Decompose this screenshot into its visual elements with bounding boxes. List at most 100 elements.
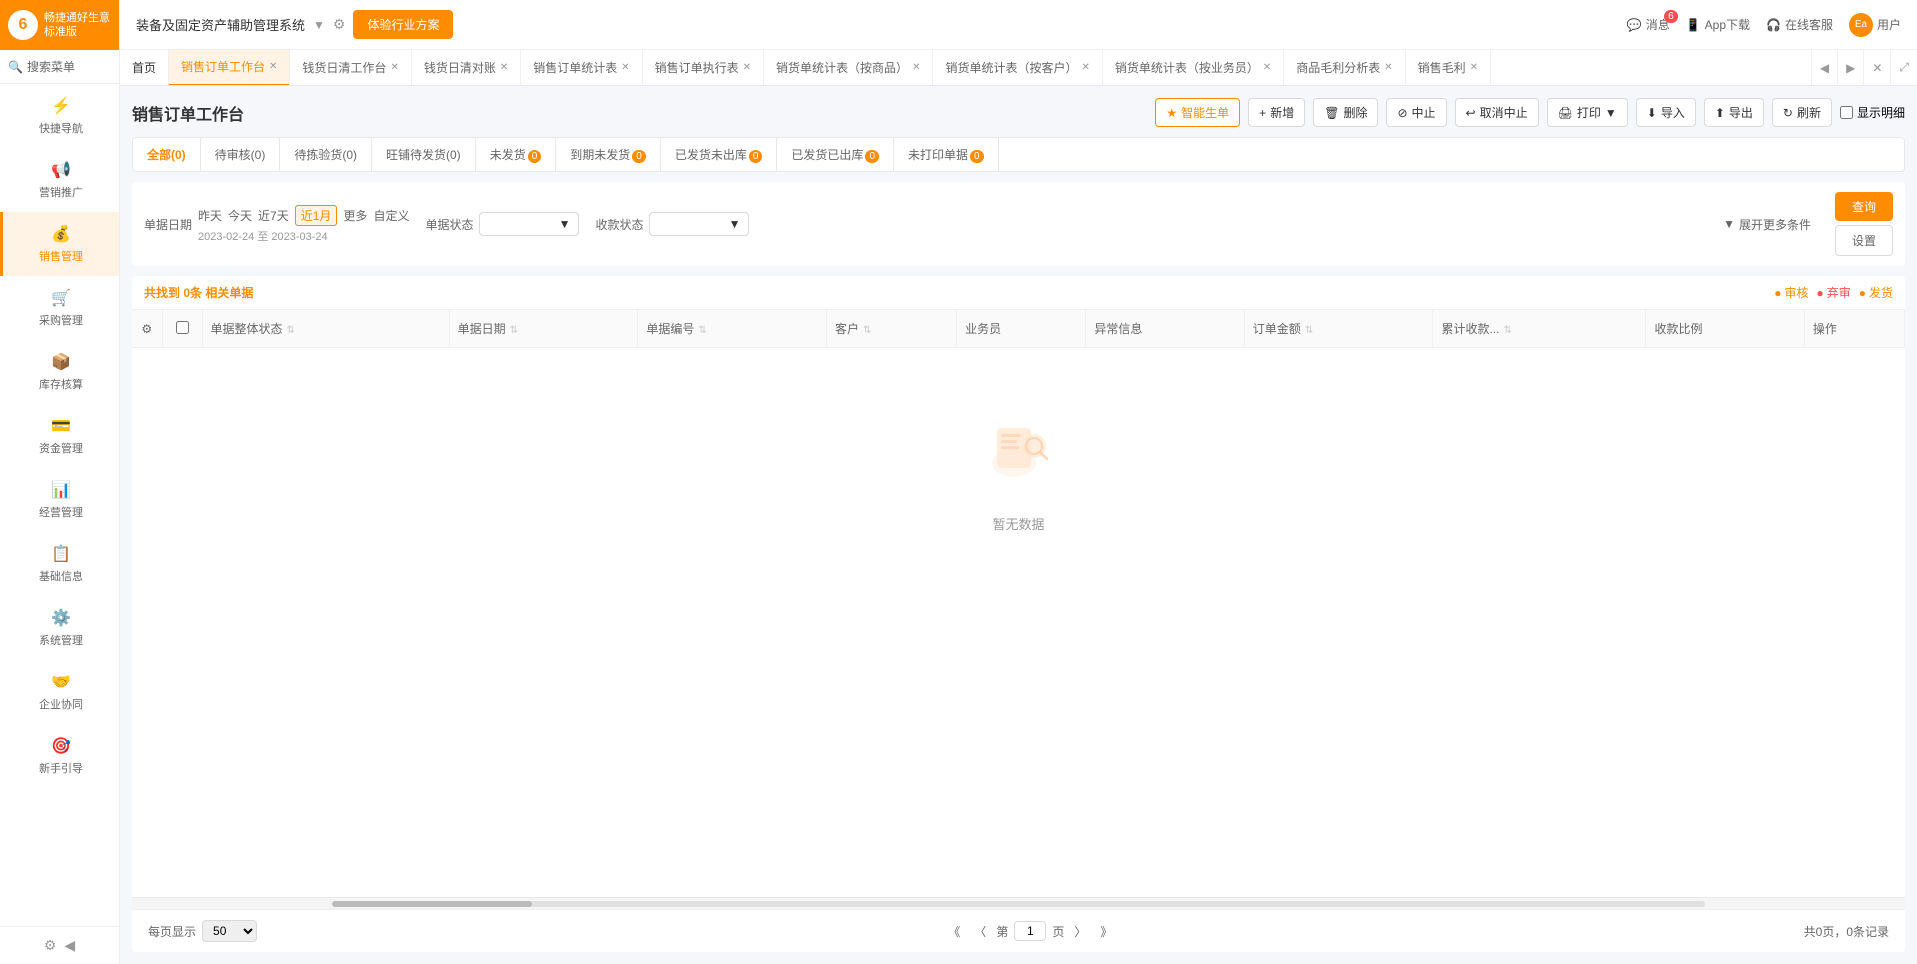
import-button[interactable]: ⬇ 导入: [1636, 98, 1696, 127]
refresh-button[interactable]: ↻ 刷新: [1772, 98, 1832, 127]
select-all-checkbox[interactable]: [176, 321, 189, 334]
tab-sales-order[interactable]: 销售订单工作台✕: [169, 50, 290, 86]
sidebar-item-inventory[interactable]: 📦库存核算: [0, 340, 119, 404]
ship-action-btn[interactable]: ● 发货: [1859, 284, 1893, 301]
settings-gear-icon[interactable]: ⚙: [44, 937, 57, 954]
date-option-自定义[interactable]: 自定义: [373, 207, 409, 224]
tab-scroll-right-btn[interactable]: ▶: [1837, 50, 1863, 86]
payment-select[interactable]: ▼: [649, 212, 749, 236]
scrollbar-thumb[interactable]: [332, 901, 532, 907]
collapse-sidebar-btn[interactable]: ◀: [64, 937, 75, 954]
query-button[interactable]: 查询: [1835, 192, 1893, 221]
date-option-今天[interactable]: 今天: [228, 207, 252, 224]
status-select[interactable]: ▼: [479, 212, 579, 236]
suspend-button[interactable]: ⊘ 中止: [1386, 98, 1446, 127]
sidebar-item-cooperation[interactable]: 🤝企业协同: [0, 660, 119, 724]
sub-tab-shipped-not-out[interactable]: 已发货未出库0: [661, 138, 778, 171]
sidebar-item-finance[interactable]: 💳资金管理: [0, 404, 119, 468]
expand-filter-btn[interactable]: ▼ 展开更多条件: [1723, 216, 1811, 233]
tab-close-sales-by-staff[interactable]: ✕: [1263, 62, 1271, 73]
collected-sort-icon[interactable]: ⇅: [1503, 325, 1511, 336]
tab-sales-exec[interactable]: 销售订单执行表✕: [643, 50, 764, 86]
sub-tab-pending-review[interactable]: 待审核(0): [201, 138, 281, 171]
customer-sort-icon[interactable]: ⇅: [863, 325, 871, 336]
tab-close-sales-by-customer[interactable]: ✕: [1081, 62, 1089, 73]
cancel-review-action-btn[interactable]: ● 弃审: [1816, 284, 1850, 301]
set-button[interactable]: 设置: [1835, 225, 1893, 256]
tab-cash-daily[interactable]: 钱货日清工作台✕: [290, 50, 411, 86]
date-sort-icon[interactable]: ⇅: [510, 325, 518, 336]
sidebar-item-sales[interactable]: 💰销售管理: [0, 212, 119, 276]
sales-icon: 💰: [51, 224, 71, 244]
page-number-input[interactable]: [1014, 921, 1046, 941]
tab-sales-stats[interactable]: 销售订单统计表✕: [521, 50, 642, 86]
date-option-近7天[interactable]: 近7天: [258, 207, 289, 224]
sub-tab-not-shipped[interactable]: 未发货0: [476, 138, 557, 171]
tab-sales-by-customer[interactable]: 销货单统计表（按客户）✕: [933, 50, 1102, 86]
print-button[interactable]: 🖨 打印 ▼: [1547, 98, 1628, 127]
tab-cash-reconcile[interactable]: 钱货日清对账✕: [412, 50, 521, 86]
sidebar-item-quick-nav[interactable]: ⚡快捷导航: [0, 84, 119, 148]
sidebar-item-purchase[interactable]: 🛒采购管理: [0, 276, 119, 340]
sidebar-item-guide[interactable]: 🎯新手引导: [0, 724, 119, 788]
tab-close-sales-order[interactable]: ✕: [269, 61, 277, 72]
last-page-btn[interactable]: 》: [1096, 921, 1116, 942]
horizontal-scrollbar[interactable]: [132, 897, 1905, 909]
tab-close-cash-reconcile[interactable]: ✕: [500, 62, 508, 73]
tab-close-cash-daily[interactable]: ✕: [390, 62, 398, 73]
smart-create-button[interactable]: ★ 智能生单: [1155, 98, 1240, 127]
show-detail-checkbox-label[interactable]: 显示明细: [1840, 104, 1905, 121]
sub-tab-pending-inspect[interactable]: 待拣验货(0): [280, 138, 372, 171]
message-item[interactable]: 💬 消息 6: [1627, 16, 1670, 33]
topbar-gear-icon[interactable]: ⚙: [333, 16, 346, 33]
status-sort-icon[interactable]: ⇅: [287, 325, 295, 336]
system-dropdown-icon[interactable]: ▼: [313, 18, 325, 32]
col-checkbox[interactable]: [162, 310, 202, 348]
tab-sales-by-staff[interactable]: 销货单统计表（按业务员）✕: [1103, 50, 1284, 86]
page-title: 销售订单工作台: [132, 101, 244, 125]
sidebar-search[interactable]: 🔍 搜索菜单: [0, 50, 119, 84]
date-option-昨天[interactable]: 昨天: [198, 207, 222, 224]
sub-tab-all[interactable]: 全部(0): [133, 138, 201, 171]
export-button[interactable]: ⬆ 导出: [1704, 98, 1764, 127]
tab-close-sales-by-product[interactable]: ✕: [912, 62, 920, 73]
solution-button[interactable]: 体验行业方案: [353, 10, 453, 39]
sub-tab-shipped-out[interactable]: 已发货已出库0: [777, 138, 894, 171]
online-support-item[interactable]: 🎧 在线客服: [1766, 16, 1833, 33]
review-action-btn[interactable]: ● 审核: [1774, 284, 1808, 301]
tab-close-gross-profit[interactable]: ✕: [1384, 62, 1392, 73]
sub-tab-wangpu-pending[interactable]: 旺铺待发货(0): [372, 138, 476, 171]
prev-page-btn[interactable]: 〈: [970, 921, 990, 942]
user-item[interactable]: Ea 用户: [1849, 13, 1901, 37]
tab-sales-by-product[interactable]: 销货单统计表（按商品）✕: [764, 50, 933, 86]
tab-sales-profit[interactable]: 销售毛利✕: [1406, 50, 1491, 86]
tab-close-sales-exec[interactable]: ✕: [743, 62, 751, 73]
topbar-right: 💬 消息 6 📱 App下载 🎧 在线客服 Ea 用户: [1627, 13, 1901, 37]
sub-tab-not-printed[interactable]: 未打印单据0: [894, 138, 999, 171]
tab-scroll-left-btn[interactable]: ◀: [1811, 50, 1837, 86]
first-page-btn[interactable]: 《: [944, 921, 964, 942]
amount-sort-icon[interactable]: ⇅: [1305, 325, 1313, 336]
sidebar-item-system[interactable]: ⚙️系统管理: [0, 596, 119, 660]
add-button[interactable]: + 新增: [1248, 98, 1305, 127]
sub-tab-expired-not-shipped[interactable]: 到期未发货0: [556, 138, 661, 171]
col-settings[interactable]: ⚙: [132, 310, 162, 348]
sidebar-item-basic-info[interactable]: 📋基础信息: [0, 532, 119, 596]
sidebar-item-operation[interactable]: 📊经营管理: [0, 468, 119, 532]
tab-gross-profit[interactable]: 商品毛利分析表✕: [1284, 50, 1405, 86]
date-option-更多[interactable]: 更多: [343, 207, 367, 224]
tab-maximize-btn[interactable]: ⤢: [1890, 50, 1917, 86]
page-size-select[interactable]: 50 100 200: [202, 920, 257, 942]
tab-close-all-btn[interactable]: ✕: [1863, 50, 1890, 86]
app-download-item[interactable]: 📱 App下载: [1686, 16, 1750, 33]
tab-close-sales-stats[interactable]: ✕: [621, 62, 629, 73]
sidebar-item-marketing[interactable]: 📢营销推广: [0, 148, 119, 212]
date-option-近1月[interactable]: 近1月: [295, 205, 338, 226]
tab-close-sales-profit[interactable]: ✕: [1470, 62, 1478, 73]
cancel-suspend-button[interactable]: ↩ 取消中止: [1455, 98, 1539, 127]
tab-home[interactable]: 首页: [120, 50, 169, 86]
number-sort-icon[interactable]: ⇅: [698, 325, 706, 336]
delete-button[interactable]: 🗑 删除: [1313, 98, 1378, 127]
next-page-btn[interactable]: 〉: [1070, 921, 1090, 942]
show-detail-checkbox[interactable]: [1840, 106, 1853, 119]
